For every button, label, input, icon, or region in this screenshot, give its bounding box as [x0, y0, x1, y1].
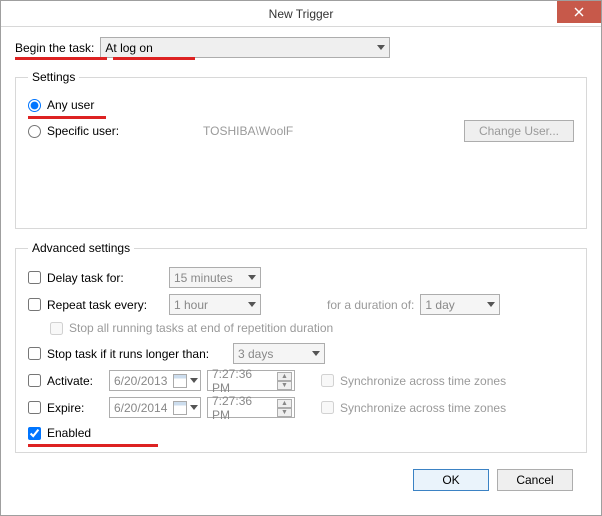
repeat-checkbox[interactable]	[28, 298, 41, 311]
highlight	[15, 57, 107, 60]
chevron-down-icon	[377, 45, 385, 50]
chevron-down-icon	[248, 302, 256, 307]
cancel-button[interactable]: Cancel	[497, 469, 573, 491]
new-trigger-dialog: New Trigger Begin the task: At log on Se…	[0, 0, 602, 516]
settings-fieldset: Settings Any user Specific user: TOSHIBA…	[15, 70, 587, 229]
stop-if-label: Stop task if it runs longer than:	[47, 347, 227, 361]
close-icon	[574, 7, 584, 17]
enabled-checkbox[interactable]	[28, 427, 41, 440]
activate-checkbox[interactable]	[28, 374, 41, 387]
close-button[interactable]	[557, 1, 601, 23]
advanced-legend: Advanced settings	[28, 241, 134, 255]
spinner-icon: ▲▼	[277, 399, 292, 417]
calendar-icon	[173, 374, 187, 388]
begin-task-value: At log on	[105, 41, 152, 55]
stop-all-label: Stop all running tasks at end of repetit…	[69, 321, 333, 335]
expire-sync-checkbox	[321, 401, 334, 414]
stop-if-combo[interactable]: 3 days	[233, 343, 325, 364]
chevron-down-icon	[248, 275, 256, 280]
highlight	[28, 444, 158, 447]
stop-if-checkbox[interactable]	[28, 347, 41, 360]
stop-all-checkbox	[50, 322, 63, 335]
specific-user-label: Specific user:	[47, 124, 131, 138]
begin-task-label: Begin the task:	[15, 41, 94, 55]
calendar-icon	[173, 401, 187, 415]
advanced-fieldset: Advanced settings Delay task for: 15 min…	[15, 241, 587, 453]
expire-checkbox[interactable]	[28, 401, 41, 414]
enabled-label: Enabled	[47, 426, 91, 440]
change-user-button[interactable]: Change User...	[464, 120, 574, 142]
spinner-icon: ▲▼	[277, 372, 292, 390]
any-user-label: Any user	[47, 98, 94, 112]
any-user-radio[interactable]	[28, 99, 41, 112]
settings-legend: Settings	[28, 70, 79, 84]
begin-task-select[interactable]: At log on	[100, 37, 390, 58]
specific-user-radio[interactable]	[28, 125, 41, 138]
repeat-interval-combo[interactable]: 1 hour	[169, 294, 261, 315]
activate-sync-checkbox	[321, 374, 334, 387]
specific-user-value: TOSHIBA\WoolF	[203, 124, 293, 138]
chevron-down-icon	[312, 351, 320, 356]
expire-label: Expire:	[47, 401, 103, 415]
repeat-duration-combo[interactable]: 1 day	[420, 294, 500, 315]
activate-label: Activate:	[47, 374, 103, 388]
chevron-down-icon	[190, 405, 198, 410]
chevron-down-icon	[190, 378, 198, 383]
window-title: New Trigger	[269, 7, 334, 21]
delay-checkbox[interactable]	[28, 271, 41, 284]
delay-label: Delay task for:	[47, 271, 163, 285]
titlebar: New Trigger	[1, 1, 601, 27]
expire-time[interactable]: 7:27:36 PM ▲▼	[207, 397, 295, 418]
repeat-label: Repeat task every:	[47, 298, 163, 312]
expire-date[interactable]: 6/20/2014	[109, 397, 201, 418]
highlight	[28, 116, 106, 119]
chevron-down-icon	[487, 302, 495, 307]
repeat-duration-label: for a duration of:	[327, 298, 414, 312]
delay-combo[interactable]: 15 minutes	[169, 267, 261, 288]
ok-button[interactable]: OK	[413, 469, 489, 491]
activate-date[interactable]: 6/20/2013	[109, 370, 201, 391]
activate-sync-label: Synchronize across time zones	[340, 374, 506, 388]
expire-sync-label: Synchronize across time zones	[340, 401, 506, 415]
activate-time[interactable]: 7:27:36 PM ▲▼	[207, 370, 295, 391]
